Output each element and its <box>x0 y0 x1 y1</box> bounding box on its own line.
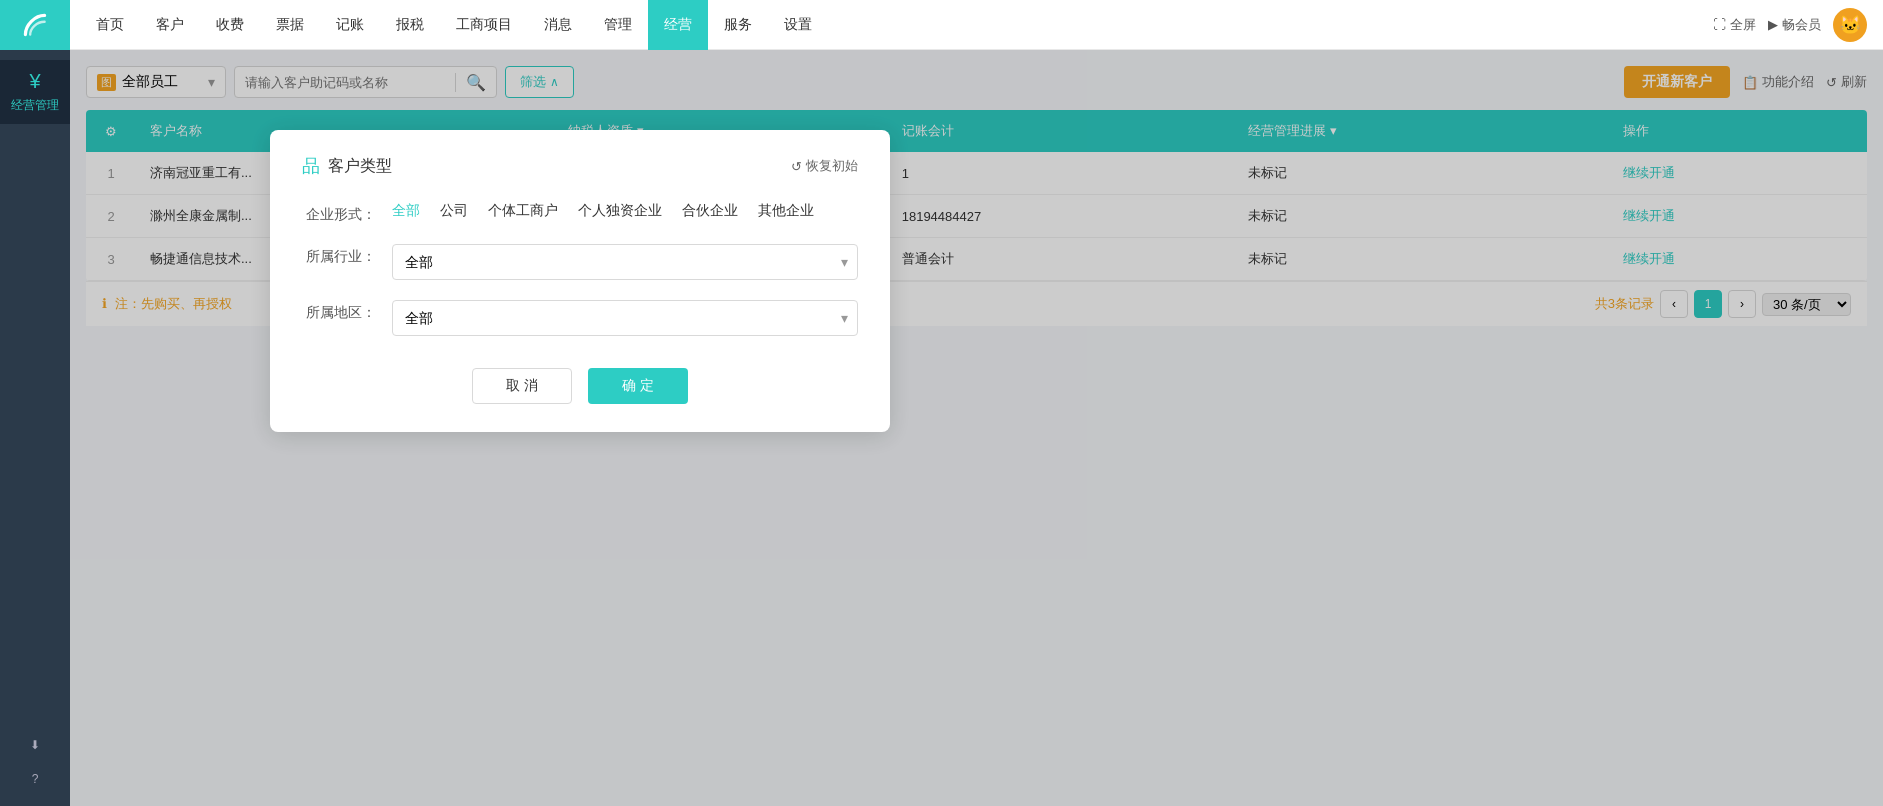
logo <box>0 0 70 50</box>
industry-content: 全部 <box>392 244 858 280</box>
modal-footer: 取 消 确 定 <box>302 368 858 404</box>
nav-message[interactable]: 消息 <box>528 0 588 50</box>
sidebar: ¥ 经营管理 ⬇ ? <box>0 50 70 806</box>
type-all[interactable]: 全部 <box>392 202 420 220</box>
industry-select[interactable]: 全部 <box>392 244 858 280</box>
download-icon: ⬇ <box>30 738 40 752</box>
type-partner[interactable]: 合伙企业 <box>682 202 738 220</box>
type-sole[interactable]: 个人独资企业 <box>578 202 662 220</box>
nav-operation[interactable]: 经营 <box>648 0 708 50</box>
region-content: 全部 <box>392 300 858 336</box>
sidebar-item-label: 经营管理 <box>11 97 59 114</box>
enterprise-form-row: 企业形式： 全部 公司 个体工商户 个人独资企业 合伙企业 其他企业 <box>302 202 858 224</box>
member-label: 畅会员 <box>1782 16 1821 34</box>
avatar[interactable]: 🐱 <box>1833 8 1867 42</box>
sidebar-help[interactable]: ? <box>0 762 70 796</box>
nav-bill[interactable]: 票据 <box>260 0 320 50</box>
member-button[interactable]: ▶ 畅会员 <box>1768 16 1821 34</box>
member-icon: ▶ <box>1768 17 1778 32</box>
region-select[interactable]: 全部 <box>392 300 858 336</box>
modal-header: 品 客户类型 ↺ 恢复初始 <box>302 154 858 178</box>
region-select-wrap: 全部 <box>392 300 858 336</box>
nav-customer[interactable]: 客户 <box>140 0 200 50</box>
region-row: 所属地区： 全部 <box>302 300 858 336</box>
industry-label: 所属行业： <box>302 244 392 266</box>
industry-select-wrap: 全部 <box>392 244 858 280</box>
nav-settings[interactable]: 设置 <box>768 0 828 50</box>
type-other[interactable]: 其他企业 <box>758 202 814 220</box>
help-icon: ? <box>32 772 39 786</box>
nav-items: 首页 客户 收费 票据 记账 报税 工商项目 消息 管理 经营 服务 设置 <box>70 0 1713 50</box>
yuan-icon: ¥ <box>29 70 40 93</box>
reset-button[interactable]: ↺ 恢复初始 <box>791 157 858 175</box>
reset-icon: ↺ <box>791 159 802 174</box>
nav-business[interactable]: 工商项目 <box>440 0 528 50</box>
nav-home[interactable]: 首页 <box>80 0 140 50</box>
enterprise-form-options: 全部 公司 个体工商户 个人独资企业 合伙企业 其他企业 <box>392 202 858 220</box>
type-options: 全部 公司 个体工商户 个人独资企业 合伙企业 其他企业 <box>392 202 858 220</box>
enterprise-form-label: 企业形式： <box>302 202 392 224</box>
sidebar-bottom: ⬇ ? <box>0 728 70 806</box>
sidebar-item-operation[interactable]: ¥ 经营管理 <box>0 60 70 124</box>
reset-label: 恢复初始 <box>806 157 858 175</box>
industry-row: 所属行业： 全部 <box>302 244 858 280</box>
fullscreen-icon: ⛶ <box>1713 17 1726 32</box>
nav-right: ⛶ 全屏 ▶ 畅会员 🐱 <box>1713 8 1883 42</box>
nav-manage[interactable]: 管理 <box>588 0 648 50</box>
nav-bookkeeping[interactable]: 记账 <box>320 0 380 50</box>
cancel-button[interactable]: 取 消 <box>472 368 572 404</box>
modal-title-text: 客户类型 <box>328 156 392 177</box>
confirm-button[interactable]: 确 定 <box>588 368 688 404</box>
fullscreen-button[interactable]: ⛶ 全屏 <box>1713 16 1756 34</box>
modal-overlay: 品 客户类型 ↺ 恢复初始 企业形式： 全部 公司 个体工商户 个人独资企业 合… <box>70 50 1883 806</box>
type-individual[interactable]: 个体工商户 <box>488 202 558 220</box>
type-company[interactable]: 公司 <box>440 202 468 220</box>
top-nav: 首页 客户 收费 票据 记账 报税 工商项目 消息 管理 经营 服务 设置 ⛶ … <box>0 0 1883 50</box>
modal-title: 品 客户类型 <box>302 154 392 178</box>
region-label: 所属地区： <box>302 300 392 322</box>
nav-service[interactable]: 服务 <box>708 0 768 50</box>
nav-fee[interactable]: 收费 <box>200 0 260 50</box>
nav-tax[interactable]: 报税 <box>380 0 440 50</box>
modal-title-icon: 品 <box>302 154 320 178</box>
fullscreen-label: 全屏 <box>1730 16 1756 34</box>
filter-modal: 品 客户类型 ↺ 恢复初始 企业形式： 全部 公司 个体工商户 个人独资企业 合… <box>270 130 890 432</box>
sidebar-download[interactable]: ⬇ <box>0 728 70 762</box>
